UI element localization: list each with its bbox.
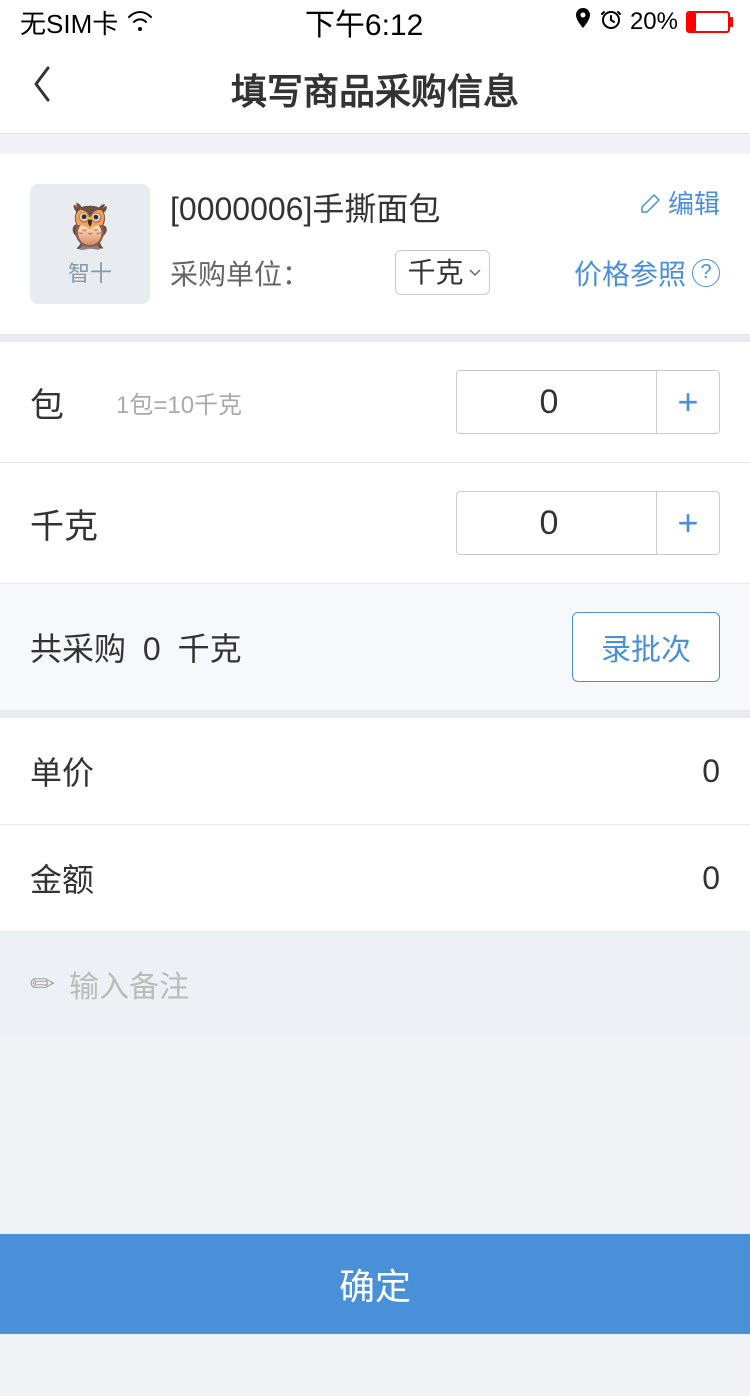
kg-quantity-input[interactable] [456,491,656,555]
confirm-button[interactable]: 确定 [0,1234,750,1334]
unit-price-label: 单价 [30,748,94,794]
status-right: 20% [574,8,730,37]
product-info: [0000006]手撕面包 编辑 采购单位： 千克 包 件 价格参照 ? [170,184,720,295]
status-left: 无SIM卡 [20,4,154,41]
alarm-icon [600,8,622,37]
quantity-section: 包 1包=10千克 + 千克 + [0,342,750,584]
status-time: 下午6:12 [305,0,423,44]
product-logo-label: 智十 [68,256,112,288]
kg-quantity-row: 千克 + [0,463,750,584]
kg-label: 千克 [30,499,110,548]
product-image: 🦉 智十 [30,184,150,304]
batch-button[interactable]: 录批次 [572,612,720,682]
back-button[interactable] [30,64,90,114]
battery-icon [686,11,730,33]
bag-quantity-input[interactable] [456,370,656,434]
price-ref-link[interactable]: 价格参照 ? [574,253,720,293]
total-row: 共采购 0 千克 录批次 [0,584,750,718]
unit-price-row: 单价 0 [0,718,750,825]
unit-select[interactable]: 千克 包 件 [395,250,490,295]
notes-section[interactable]: ✏ 输入备注 [0,932,750,1036]
bag-label: 包 [30,378,110,427]
product-logo-icon: 🦉 [63,200,118,252]
purchase-unit-row: 采购单位： 千克 包 件 价格参照 ? [170,250,720,295]
page-title: 填写商品采购信息 [231,63,519,115]
total-text: 共采购 0 千克 [30,624,242,670]
bag-sub-label: 1包=10千克 [116,385,242,420]
product-card: 🦉 智十 [0000006]手撕面包 编辑 采购单位： 千克 包 件 价格参照 … [0,154,750,342]
purchase-unit-label: 采购单位： [170,253,310,293]
bag-plus-button[interactable]: + [656,370,720,434]
total-value: 0 [143,631,161,667]
pencil-icon: ✏ [30,967,55,1002]
kg-input-group: + [456,491,720,555]
amount-label: 金额 [30,855,94,901]
price-section: 单价 0 金额 0 [0,718,750,932]
product-name: [0000006]手撕面包 [170,184,440,230]
empty-area [0,1036,750,1396]
notes-placeholder: 输入备注 [69,962,189,1006]
product-header: [0000006]手撕面包 编辑 [170,184,720,230]
nav-bar: 填写商品采购信息 [0,44,750,134]
bag-quantity-row: 包 1包=10千克 + [0,342,750,463]
price-ref-icon: ? [692,259,720,287]
unit-price-value: 0 [702,753,720,790]
amount-row: 金额 0 [0,825,750,932]
status-bar: 无SIM卡 下午6:12 20% [0,0,750,44]
wifi-icon [126,7,154,38]
bag-input-group: + [456,370,720,434]
kg-plus-button[interactable]: + [656,491,720,555]
amount-value: 0 [702,860,720,897]
battery-percent: 20% [630,8,678,36]
carrier-label: 无SIM卡 [20,4,118,41]
edit-link[interactable]: 编辑 [640,184,720,221]
location-icon [574,8,592,37]
